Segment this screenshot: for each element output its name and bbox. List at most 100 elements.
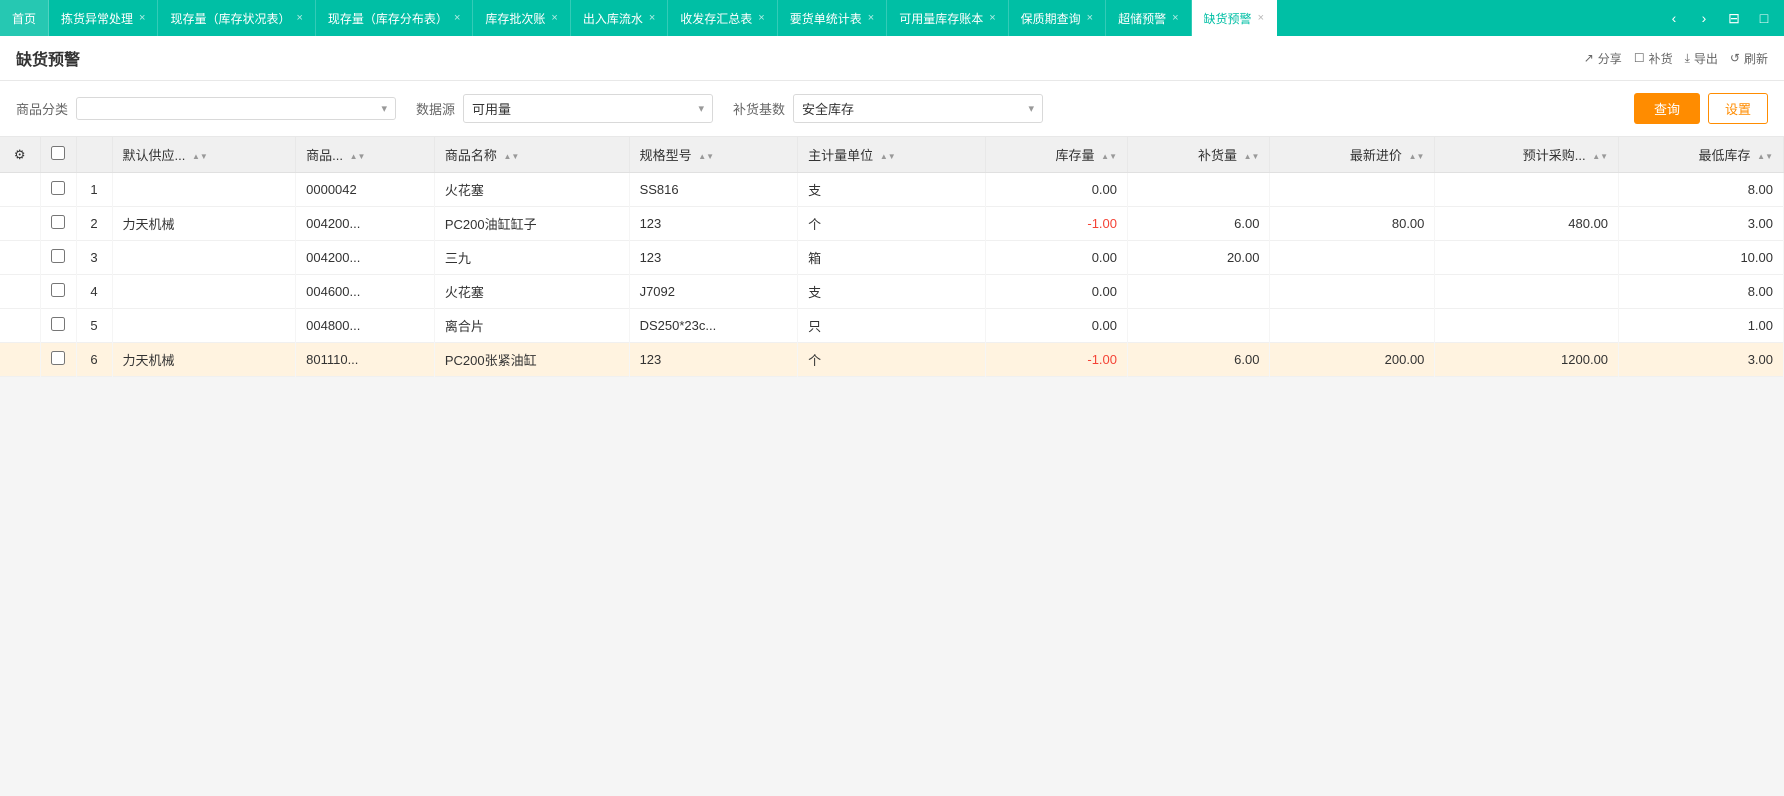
column-settings[interactable]: ⚙ [0,137,40,173]
row-settings-cell [0,275,40,309]
main-content: 缺货预警 ↗ 分享 ☐ 补货 ⤓ 导出 ↺ 刷新 商品分类 [0,36,1784,377]
nav-maximize-button[interactable]: □ [1750,4,1778,32]
nav-tab-summary[interactable]: 收发存汇总表 × [668,0,777,36]
table-row: 3 004200... 三九 123 箱 0.00 20.00 10.00 [0,241,1784,275]
nav-controls: ‹ › ⊟ □ [1654,4,1784,32]
sort-icon: ▲▼ [1592,153,1608,161]
row-checkbox-cell[interactable] [40,241,76,275]
nav-tab-picking[interactable]: 拣货异常处理 × [49,0,158,36]
share-button[interactable]: ↗ 分享 [1584,50,1622,67]
export-button[interactable]: ⤓ 导出 [1685,50,1718,67]
nav-tab-flow[interactable]: 出入库流水 × [571,0,668,36]
close-icon[interactable]: × [1087,12,1093,24]
column-latest-price[interactable]: 最新进价 ▲▼ [1270,137,1435,173]
refresh-button[interactable]: ↺ 刷新 [1730,50,1768,67]
row-min-stock: 1.00 [1619,309,1784,343]
row-spec: 123 [629,343,798,377]
close-icon[interactable]: × [868,12,874,24]
close-icon[interactable]: × [989,12,995,24]
column-unit[interactable]: 主计量单位 ▲▼ [798,137,985,173]
row-name: 离合片 [434,309,629,343]
row-replenish: 20.00 [1128,241,1270,275]
commodity-class-select[interactable]: ▾ [76,97,396,120]
row-checkbox[interactable] [51,181,65,195]
row-checkbox-cell[interactable] [40,309,76,343]
chevron-down-icon: ▾ [1029,102,1035,115]
nav-prev-button[interactable]: ‹ [1660,4,1688,32]
row-supplier [112,275,296,309]
column-estimated-purchase[interactable]: 预计采购... ▲▼ [1435,137,1619,173]
column-name[interactable]: 商品名称 ▲▼ [434,137,629,173]
column-supplier[interactable]: 默认供应... ▲▼ [112,137,296,173]
replenish-button[interactable]: ☐ 补货 [1634,50,1673,67]
row-checkbox[interactable] [51,215,65,229]
table-header-row: ⚙ 默认供应... ▲▼ 商品... ▲▼ 商品名称 [0,137,1784,173]
column-code[interactable]: 商品... ▲▼ [296,137,435,173]
data-source-select[interactable]: 可用量 ▾ [463,94,713,123]
nav-tab-overstock[interactable]: 超储预警 × [1106,0,1191,36]
filter-bar: 商品分类 ▾ 数据源 可用量 ▾ 补货基数 安全库存 ▾ 查询 设置 [0,81,1784,137]
select-all-checkbox[interactable] [51,146,65,160]
row-checkbox[interactable] [51,249,65,263]
nav-restore-button[interactable]: ⊟ [1720,4,1748,32]
row-latest-price [1270,275,1435,309]
close-icon[interactable]: × [649,12,655,24]
nav-tab-stock1[interactable]: 现存量（库存状况表） × [158,0,315,36]
nav-tab-shortage[interactable]: 缺货预警 × [1192,0,1277,36]
row-checkbox-cell[interactable] [40,275,76,309]
row-latest-price [1270,241,1435,275]
nav-tab-order-stat[interactable]: 要货单统计表 × [778,0,887,36]
sort-icon: ▲▼ [1244,153,1260,161]
export-icon: ⤓ [1685,51,1690,66]
data-table: ⚙ 默认供应... ▲▼ 商品... ▲▼ 商品名称 [0,137,1784,377]
row-checkbox-cell[interactable] [40,343,76,377]
close-icon[interactable]: × [454,12,460,24]
row-checkbox[interactable] [51,351,65,365]
close-icon[interactable]: × [758,12,764,24]
row-seq: 6 [76,343,112,377]
row-spec: 123 [629,241,798,275]
settings-button[interactable]: 设置 [1708,93,1768,124]
row-seq: 5 [76,309,112,343]
row-min-stock: 8.00 [1619,173,1784,207]
nav-tab-expiry[interactable]: 保质期查询 × [1009,0,1106,36]
row-estimated-purchase [1435,241,1619,275]
gear-icon[interactable]: ⚙ [14,147,26,162]
close-icon[interactable]: × [296,12,302,24]
row-min-stock: 10.00 [1619,241,1784,275]
column-checkbox [40,137,76,173]
close-icon[interactable]: × [551,12,557,24]
row-checkbox[interactable] [51,283,65,297]
close-icon[interactable]: × [1258,12,1264,24]
row-spec: 123 [629,207,798,241]
row-stock: 0.00 [985,173,1127,207]
column-min-stock[interactable]: 最低库存 ▲▼ [1619,137,1784,173]
header-actions: ↗ 分享 ☐ 补货 ⤓ 导出 ↺ 刷新 [1584,50,1768,67]
nav-tab-available[interactable]: 可用量库存账本 × [887,0,1008,36]
replenish-base-label: 补货基数 [733,99,785,118]
close-icon[interactable]: × [139,12,145,24]
nav-tab-batch[interactable]: 库存批次账 × [473,0,570,36]
table-container: ⚙ 默认供应... ▲▼ 商品... ▲▼ 商品名称 [0,137,1784,377]
nav-tab-home[interactable]: 首页 [0,0,49,36]
row-stock: -1.00 [985,343,1127,377]
row-checkbox[interactable] [51,317,65,331]
replenish-base-select[interactable]: 安全库存 ▾ [793,94,1043,123]
row-seq: 3 [76,241,112,275]
column-replenish[interactable]: 补货量 ▲▼ [1128,137,1270,173]
row-checkbox-cell[interactable] [40,173,76,207]
nav-tab-stock2[interactable]: 现存量（库存分布表） × [316,0,473,36]
nav-next-button[interactable]: › [1690,4,1718,32]
row-checkbox-cell[interactable] [40,207,76,241]
row-name: 火花塞 [434,173,629,207]
row-code: 801110... [296,343,435,377]
row-spec: SS816 [629,173,798,207]
row-stock: -1.00 [985,207,1127,241]
query-button[interactable]: 查询 [1634,93,1700,124]
table-row: 4 004600... 火花塞 J7092 支 0.00 8.00 [0,275,1784,309]
column-spec[interactable]: 规格型号 ▲▼ [629,137,798,173]
column-stock[interactable]: 库存量 ▲▼ [985,137,1127,173]
close-icon[interactable]: × [1172,12,1178,24]
table-row: 6 力天机械 801110... PC200张紧油缸 123 个 -1.00 6… [0,343,1784,377]
table-row: 2 力天机械 004200... PC200油缸缸子 123 个 -1.00 6… [0,207,1784,241]
